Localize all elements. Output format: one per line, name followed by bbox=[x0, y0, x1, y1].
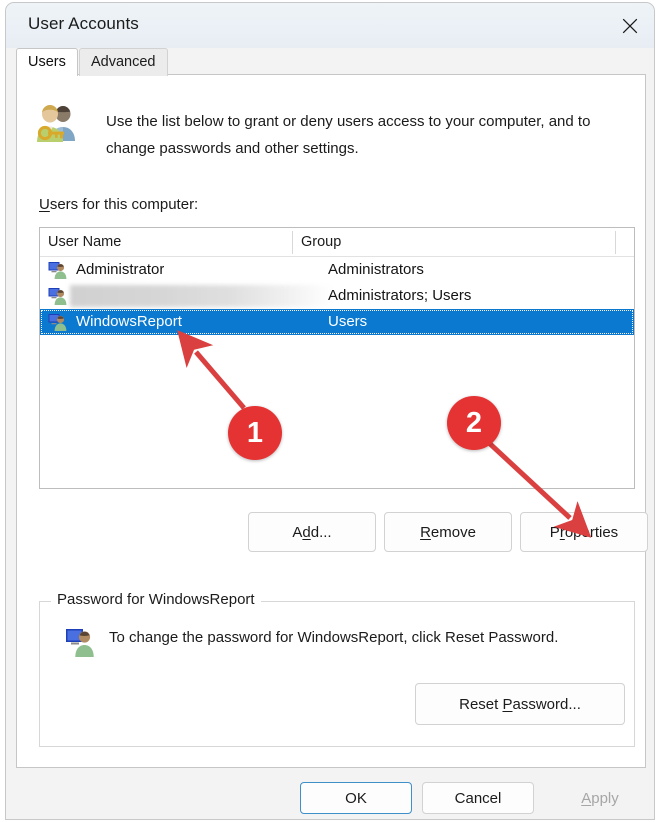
password-group-legend: Password for WindowsReport bbox=[51, 591, 261, 608]
users-tab-page: Use the list below to grant or deny user… bbox=[16, 74, 648, 768]
cell-group: Administrators; Users bbox=[328, 287, 472, 304]
user-account-icon bbox=[65, 627, 95, 657]
list-header: User Name Group bbox=[40, 228, 634, 257]
title-bar: User Accounts bbox=[6, 3, 654, 48]
intro-description: Use the list below to grant or deny user… bbox=[106, 113, 591, 157]
apply-button-label: Apply bbox=[581, 789, 619, 807]
reset-password-button[interactable]: Reset Password... bbox=[415, 683, 625, 725]
users-list-label: Users for this computer: bbox=[39, 196, 198, 213]
cell-user-name: Administrator bbox=[76, 261, 165, 278]
annotation-marker-2: 2 bbox=[447, 396, 501, 450]
password-group-box bbox=[39, 601, 635, 747]
add-button-label: Add... bbox=[292, 523, 332, 541]
cell-group: Users bbox=[328, 313, 368, 330]
close-icon bbox=[621, 17, 639, 35]
cell-user-name: WindowsReport bbox=[76, 313, 182, 330]
tab-advanced[interactable]: Advanced bbox=[79, 48, 168, 76]
selected-user-row[interactable]: WindowsReport Users bbox=[40, 309, 634, 335]
reset-password-button-label: Reset Password... bbox=[459, 695, 581, 713]
user-account-icon bbox=[48, 313, 67, 331]
table-row[interactable]: Administrators; Users bbox=[40, 283, 634, 309]
users-list-label-accel: U bbox=[39, 196, 50, 213]
redacted-user-name bbox=[70, 285, 332, 307]
cancel-button-label: Cancel bbox=[454, 789, 502, 807]
column-header-user-name[interactable]: User Name bbox=[40, 228, 292, 256]
annotation-marker-1-number: 1 bbox=[246, 416, 264, 449]
users-list-label-rest: sers for this computer: bbox=[49, 196, 199, 213]
users-list-view[interactable]: User Name Group Administrator Administra… bbox=[39, 227, 635, 489]
window-title: User Accounts bbox=[28, 14, 139, 33]
tab-users[interactable]: Users bbox=[16, 48, 78, 76]
tab-users-label: Users bbox=[28, 54, 66, 70]
cancel-button[interactable]: Cancel bbox=[422, 782, 534, 814]
column-divider-2[interactable] bbox=[615, 231, 616, 254]
annotation-marker-2-number: 2 bbox=[465, 406, 483, 439]
add-button[interactable]: Add... bbox=[248, 512, 376, 552]
close-button[interactable] bbox=[606, 3, 654, 48]
properties-button-label: Properties bbox=[549, 523, 619, 541]
ok-button[interactable]: OK bbox=[300, 782, 412, 814]
apply-button: Apply bbox=[544, 782, 654, 814]
user-account-icon bbox=[48, 287, 67, 305]
users-key-icon bbox=[33, 99, 79, 143]
user-accounts-window: User Accounts Users Advanced Use the lis… bbox=[5, 2, 655, 820]
ok-button-label: OK bbox=[345, 789, 367, 807]
column-header-group[interactable]: Group bbox=[293, 228, 616, 256]
cell-group: Administrators bbox=[328, 261, 424, 278]
table-row[interactable]: Administrator Administrators bbox=[40, 257, 634, 283]
remove-button[interactable]: Remove bbox=[384, 512, 512, 552]
list-body: Administrator Administrators Administrat… bbox=[40, 257, 634, 335]
tab-advanced-label: Advanced bbox=[91, 54, 156, 70]
user-account-icon bbox=[48, 261, 67, 279]
password-instruction-text: To change the password for WindowsReport… bbox=[109, 629, 559, 646]
tab-strip: Users Advanced bbox=[6, 48, 654, 76]
remove-button-label: Remove bbox=[420, 523, 476, 541]
annotation-marker-1: 1 bbox=[228, 406, 282, 460]
properties-button[interactable]: Properties bbox=[520, 512, 648, 552]
